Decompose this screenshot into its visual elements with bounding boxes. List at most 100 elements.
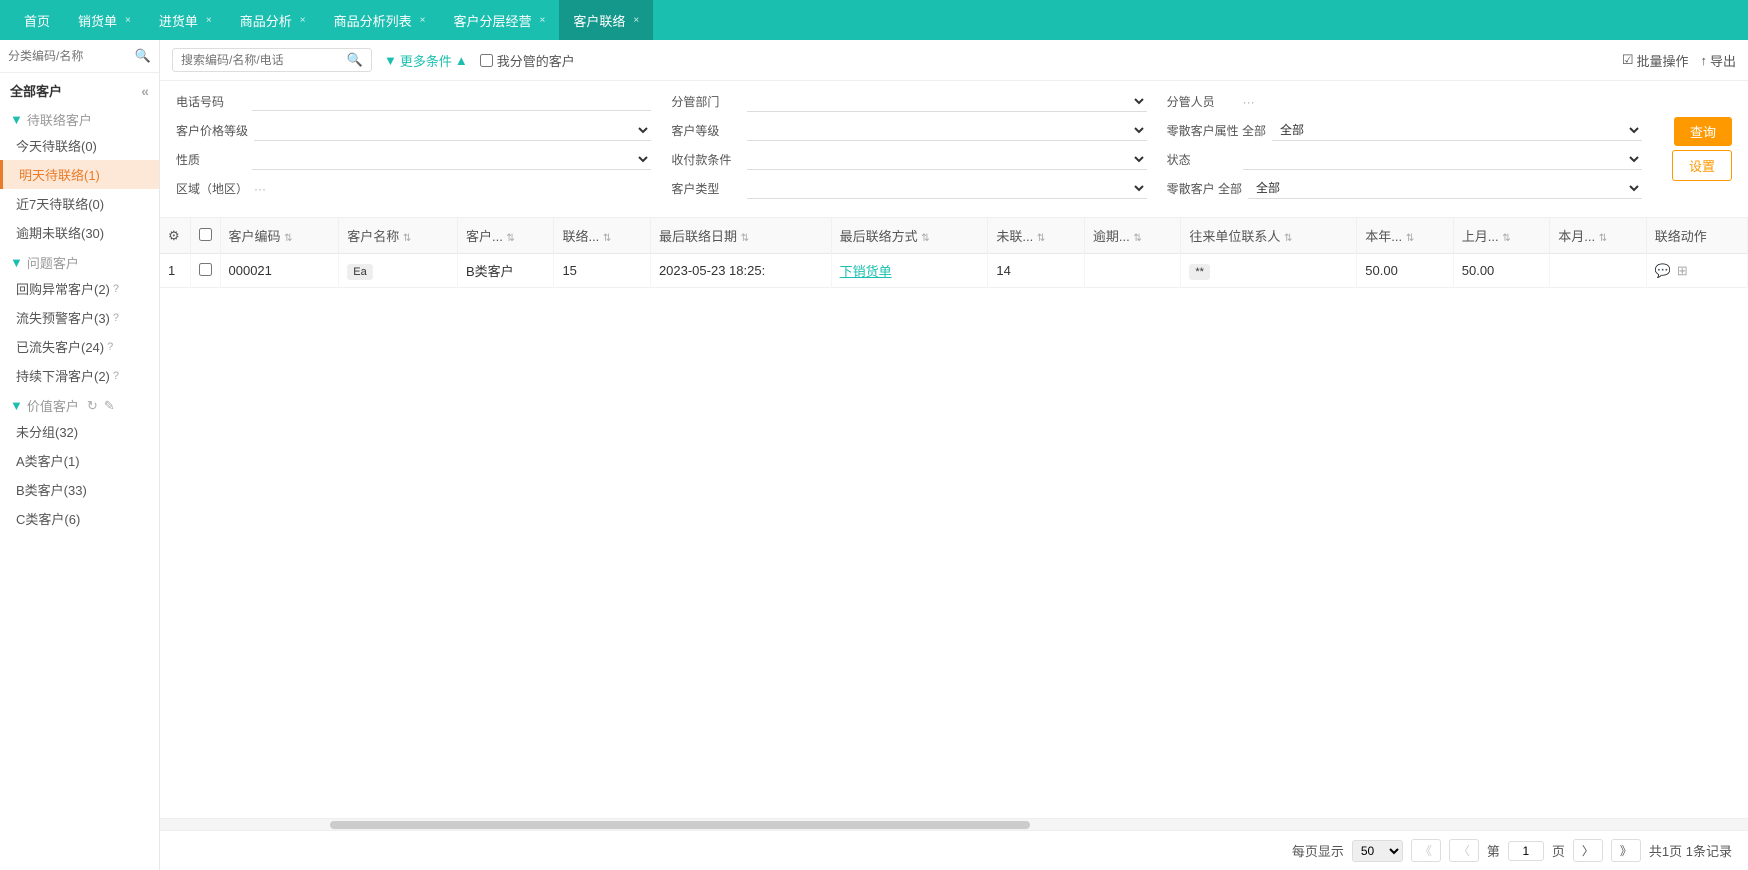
settings-button[interactable]: 设置 — [1672, 150, 1732, 181]
last-page-btn[interactable]: 》 — [1611, 839, 1641, 862]
prev-page-btn[interactable]: 〈 — [1449, 839, 1479, 862]
sidebar-search-input[interactable] — [8, 49, 131, 63]
triangle-icon: ▼ — [10, 255, 23, 270]
filter-nature-select[interactable] — [252, 149, 651, 170]
close-icon[interactable]: × — [300, 15, 306, 26]
batch-op-btn[interactable]: ☑ 批量操作 — [1622, 51, 1689, 70]
filter-retail-attr-select[interactable]: 全部 — [1272, 120, 1642, 141]
sidebar-item-repurchase-abnormal[interactable]: 回购异常客户(2) ? — [0, 274, 159, 303]
more-filter-btn[interactable]: ▼ 更多条件 ▲ — [380, 51, 472, 70]
close-icon[interactable]: × — [633, 15, 639, 26]
filter-customer-level-select[interactable] — [747, 120, 1146, 141]
filter-dept-select[interactable] — [747, 91, 1146, 112]
close-icon[interactable]: × — [125, 15, 131, 26]
th-unit-contact[interactable]: 往来单位联系人 ⇅ — [1181, 218, 1357, 254]
sidebar-item-today[interactable]: 今天待联络(0) — [0, 131, 159, 160]
th-last-method[interactable]: 最后联络方式 ⇅ — [831, 218, 988, 254]
th-uncontacted[interactable]: 未联... ⇅ — [988, 218, 1084, 254]
edit-icon[interactable]: ✎ — [104, 398, 115, 414]
row-no: 1 — [160, 254, 190, 288]
close-icon[interactable]: × — [206, 15, 212, 26]
row-last-method[interactable]: 下销货单 — [831, 254, 988, 288]
chat-icon[interactable]: 💬 — [1655, 263, 1671, 279]
close-icon[interactable]: × — [539, 15, 545, 26]
th-contact-count[interactable]: 联络... ⇅ — [554, 218, 650, 254]
triangle-icon: ▼ — [10, 112, 23, 127]
nav-purchase[interactable]: 进货单 × — [145, 0, 226, 40]
export-btn[interactable]: ↑ 导出 — [1700, 51, 1736, 70]
row-this-month — [1550, 254, 1646, 288]
next-page-btn[interactable]: 〉 — [1573, 839, 1603, 862]
sidebar-item-declining[interactable]: 持续下滑客户(2) ? — [0, 361, 159, 390]
th-last-month[interactable]: 上月... ⇅ — [1453, 218, 1549, 254]
nav-home[interactable]: 首页 — [10, 0, 64, 40]
group-pending-contact: ▼ 待联络客户 — [0, 104, 159, 131]
table-header-row: ⚙ 客户编码 ⇅ 客户名称 ⇅ 客户... ⇅ 联络... ⇅ 最后联络日期 ⇅… — [160, 218, 1748, 254]
per-page-label: 每页显示 — [1292, 841, 1344, 860]
main-search-input[interactable] — [181, 53, 343, 67]
question-icon: ? — [113, 312, 119, 324]
sidebar-item-overdue[interactable]: 逾期未联络(30) — [0, 218, 159, 247]
th-this-year[interactable]: 本年... ⇅ — [1357, 218, 1453, 254]
th-last-date[interactable]: 最后联络日期 ⇅ — [650, 218, 831, 254]
th-overdue[interactable]: 逾期... ⇅ — [1084, 218, 1180, 254]
th-type[interactable]: 客户... ⇅ — [457, 218, 553, 254]
th-this-month[interactable]: 本月... ⇅ — [1550, 218, 1646, 254]
filter-nature: 性质 — [176, 149, 671, 170]
table-footer: 每页显示 10 20 50 100 《 〈 第 页 〉 》 共1页 1条记录 — [160, 830, 1748, 870]
sidebar-item-tomorrow[interactable]: 明天待联络(1) — [0, 160, 159, 189]
th-settings[interactable]: ⚙ — [160, 218, 190, 254]
sidebar-item-7days[interactable]: 近7天待联络(0) — [0, 189, 159, 218]
filter-row-4: 区域（地区） ··· 客户类型 零散客户 全部 全部 — [176, 178, 1662, 199]
filter-region-dots[interactable]: ··· — [254, 182, 266, 196]
th-checkbox[interactable] — [190, 218, 220, 254]
filter-row-1: 电话号码 分管部门 分管人员 ··· — [176, 91, 1662, 112]
total-records-label: 共1页 1条记录 — [1649, 841, 1732, 860]
th-name[interactable]: 客户名称 ⇅ — [339, 218, 458, 254]
sidebar-item-class-b[interactable]: B类客户(33) — [0, 475, 159, 504]
content-area: 🔍 ▼ 更多条件 ▲ 我分管的客户 ☑ 批量操作 ↑ 导出 — [160, 40, 1748, 870]
row-unit-contact: ** — [1181, 254, 1357, 288]
page-size-select[interactable]: 10 20 50 100 — [1352, 840, 1403, 862]
filter-row-2: 客户价格等级 客户等级 零散客户属性 全部 — [176, 120, 1662, 141]
nav-customer-contact[interactable]: 客户联络 × — [559, 0, 653, 40]
filter-customer-type-select[interactable] — [747, 178, 1146, 199]
row-contact-count: 15 — [554, 254, 650, 288]
sidebar-search-wrap: 🔍 — [0, 40, 159, 73]
collapse-icon[interactable]: « — [141, 83, 149, 99]
nav-analysis[interactable]: 商品分析 × — [226, 0, 320, 40]
my-customers-checkbox[interactable] — [480, 54, 493, 67]
refresh-icon[interactable]: ↻ — [87, 398, 98, 414]
top-nav: 首页 销货单 × 进货单 × 商品分析 × 商品分析列表 × 客户分层经营 × … — [0, 0, 1748, 40]
select-all-checkbox[interactable] — [199, 228, 212, 241]
row-checkbox[interactable] — [190, 254, 220, 288]
nav-sales[interactable]: 销货单 × — [64, 0, 145, 40]
scrollbar-thumb[interactable] — [330, 821, 1030, 829]
sidebar-item-class-a[interactable]: A类客户(1) — [0, 446, 159, 475]
sidebar-item-lost[interactable]: 已流失客户(24) ? — [0, 332, 159, 361]
question-icon: ? — [113, 283, 119, 295]
filter-payment-select[interactable] — [747, 149, 1146, 170]
nav-customer-tier[interactable]: 客户分层经营 × — [439, 0, 559, 40]
filter-price-level: 客户价格等级 — [176, 120, 671, 141]
th-code[interactable]: 客户编码 ⇅ — [220, 218, 339, 254]
filter-person-dots[interactable]: ··· — [1243, 95, 1255, 109]
all-customers-header: 全部客户 « — [0, 73, 159, 104]
sidebar-item-ungrouped[interactable]: 未分组(32) — [0, 417, 159, 446]
first-page-btn[interactable]: 《 — [1411, 839, 1441, 862]
filter-retail-customer: 零散客户 全部 全部 — [1167, 178, 1662, 199]
horizontal-scrollbar[interactable] — [160, 818, 1748, 830]
nav-analysis-list[interactable]: 商品分析列表 × — [320, 0, 440, 40]
row-select-checkbox[interactable] — [199, 263, 212, 276]
page-number-input[interactable] — [1508, 841, 1544, 861]
row-actions: 💬 ⊞ — [1646, 254, 1747, 288]
close-icon[interactable]: × — [420, 15, 426, 26]
sidebar-item-churn-warning[interactable]: 流失预警客户(3) ? — [0, 303, 159, 332]
filter-price-level-select[interactable] — [254, 120, 651, 141]
filter-retail-select[interactable]: 全部 — [1248, 178, 1642, 199]
filter-phone-input[interactable] — [252, 92, 651, 111]
query-button[interactable]: 查询 — [1674, 117, 1732, 146]
sidebar-item-class-c[interactable]: C类客户(6) — [0, 504, 159, 533]
filter-status-select[interactable] — [1243, 149, 1642, 170]
qr-icon[interactable]: ⊞ — [1677, 263, 1688, 279]
